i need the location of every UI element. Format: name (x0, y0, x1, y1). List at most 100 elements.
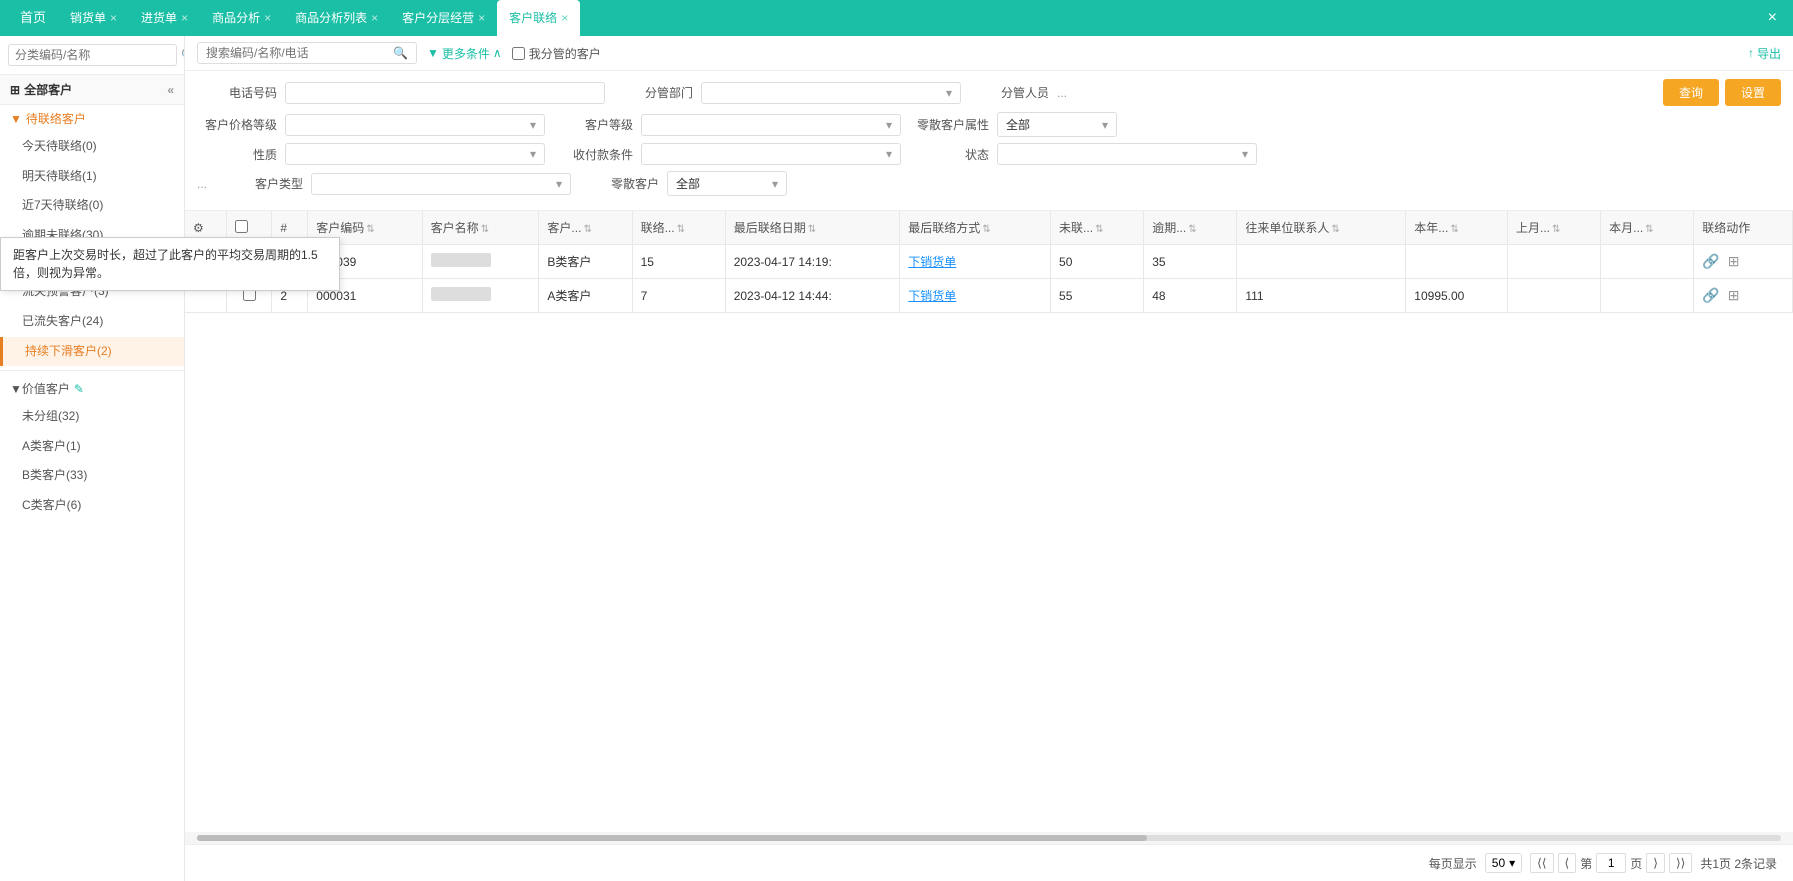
main-layout: 🔍 ⊞ 全部客户 « ▼ 待联络客户 今天待联络(0) 明天待联络(1) 近7天… (0, 36, 1793, 881)
tab-analysis-list[interactable]: 商品分析列表× (283, 0, 390, 36)
export-btn[interactable]: ↑ 导出 (1748, 45, 1781, 62)
sidebar-item-c-class[interactable]: C类客户(6) (0, 491, 184, 521)
close-customer-tier-tab[interactable]: × (478, 11, 485, 25)
tab-sales[interactable]: 销货单× (58, 0, 129, 36)
prev-page-btn[interactable]: ⟨ (1558, 853, 1577, 873)
link-action-icon-1[interactable]: 🔗 (1702, 253, 1719, 270)
sidebar-divider (0, 370, 184, 371)
grid-action-icon-2[interactable]: ⊞ (1728, 287, 1740, 304)
tab-home[interactable]: 首页 (8, 0, 58, 36)
customer-grade-select[interactable]: ▾ (641, 114, 901, 136)
my-customer-checkbox-area[interactable]: 我分管的客户 (512, 45, 601, 62)
td-last-way-1[interactable]: 下销货单 (900, 245, 1051, 279)
close-analysis-list-tab[interactable]: × (371, 11, 378, 25)
phone-input[interactable] (285, 82, 605, 104)
grid-action-icon-1[interactable]: ⊞ (1728, 253, 1740, 270)
th-last-date[interactable]: 最后联络日期⇅ (725, 211, 900, 245)
per-page-arrow: ▾ (1509, 856, 1515, 870)
first-page-btn[interactable]: ⟨⟨ (1530, 853, 1553, 873)
filter-actions: 查询 设置 (1663, 79, 1781, 106)
select-all-checkbox[interactable] (235, 220, 248, 233)
query-button[interactable]: 查询 (1663, 79, 1719, 106)
th-customer-type[interactable]: 客户...⇅ (539, 211, 632, 245)
th-not-contact[interactable]: 未联...⇅ (1051, 211, 1144, 245)
per-page-select[interactable]: 50 ▾ (1485, 853, 1522, 873)
th-overdue[interactable]: 逾期...⇅ (1144, 211, 1237, 245)
gender-arrow: ▾ (530, 147, 536, 161)
sidebar-item-declining[interactable]: 持续下滑客户(2) (0, 337, 184, 367)
price-grade-arrow: ▾ (530, 118, 536, 132)
td-unit-contact-1 (1237, 245, 1406, 279)
zero-attr-label: 零散客户属性 (909, 116, 989, 133)
dept-select[interactable]: ▾ (701, 82, 961, 104)
sidebar-group-value[interactable]: ▼ 价值客户 ✎ (0, 375, 184, 402)
sidebar-search-input[interactable] (8, 44, 177, 66)
td-this-year-1 (1406, 245, 1508, 279)
td-last-date-2: 2023-04-12 14:44: (725, 279, 900, 313)
td-last-way-2[interactable]: 下销货单 (900, 279, 1051, 313)
close-purchase-tab[interactable]: × (181, 11, 188, 25)
th-contact[interactable]: 联络...⇅ (632, 211, 725, 245)
close-customer-contact-tab[interactable]: × (561, 11, 568, 25)
zero-customer-select[interactable]: 全部 ▾ (667, 171, 787, 196)
status-select[interactable]: ▾ (997, 143, 1257, 165)
td-this-month-2 (1601, 279, 1694, 313)
sidebar-item-7days[interactable]: 近7天待联络(0) (0, 191, 184, 221)
row4-dots[interactable]: ... (197, 177, 207, 191)
td-name-1 (422, 245, 539, 279)
th-this-year[interactable]: 本年...⇅ (1406, 211, 1508, 245)
th-last-way[interactable]: 最后联络方式⇅ (900, 211, 1051, 245)
tab-purchase[interactable]: 进货单× (129, 0, 200, 36)
arrow-down-icon3: ▼ (10, 382, 22, 396)
th-name[interactable]: 客户名称⇅ (422, 211, 539, 245)
settings-button[interactable]: 设置 (1725, 79, 1781, 106)
horizontal-scrollbar[interactable] (185, 832, 1793, 844)
gender-label: 性质 (197, 146, 277, 163)
close-analysis-tab[interactable]: × (264, 11, 271, 25)
payment-select[interactable]: ▾ (641, 143, 901, 165)
tab-analysis[interactable]: 商品分析× (200, 0, 283, 36)
sidebar-group-pending[interactable]: ▼ 待联络客户 (0, 105, 184, 132)
close-all-tabs[interactable]: × (1768, 9, 1777, 27)
sidebar-item-tomorrow[interactable]: 明天待联络(1) (0, 162, 184, 192)
th-this-month[interactable]: 本月...⇅ (1601, 211, 1694, 245)
gender-select[interactable]: ▾ (285, 143, 545, 165)
td-contact-2: 7 (632, 279, 725, 313)
td-type-1: B类客户 (539, 245, 632, 279)
collapse-sidebar-btn[interactable]: « (167, 83, 174, 97)
search-input[interactable] (206, 46, 393, 60)
page-input[interactable] (1596, 853, 1626, 873)
sidebar: 🔍 ⊞ 全部客户 « ▼ 待联络客户 今天待联络(0) 明天待联络(1) 近7天… (0, 36, 185, 881)
sidebar-item-today[interactable]: 今天待联络(0) (0, 132, 184, 162)
customer-grade-arrow: ▾ (886, 118, 892, 132)
close-sales-tab[interactable]: × (110, 11, 117, 25)
sidebar-item-a-class[interactable]: A类客户(1) (0, 432, 184, 462)
search-box: 🔍 (197, 42, 417, 64)
scrollbar-thumb[interactable] (197, 835, 1147, 841)
th-unit-contact[interactable]: 往来单位联系人⇅ (1237, 211, 1406, 245)
td-name-2 (422, 279, 539, 313)
tooltip-popup: 距客户上次交易时长，超过了此客户的平均交易周期的1.5倍，则视为异常。 (0, 237, 340, 291)
tab-customer-tier[interactable]: 客户分层经营× (390, 0, 497, 36)
customer-type-select[interactable]: ▾ (311, 173, 571, 195)
table-area: ⚙ # 客户编码⇅ 客户名称⇅ 客户...⇅ 联络...⇅ 最后联络日期⇅ 最后… (185, 211, 1793, 832)
more-conditions-btn[interactable]: ▼ 更多条件 ∧ (427, 45, 502, 62)
th-last-month[interactable]: 上月...⇅ (1508, 211, 1601, 245)
price-grade-select[interactable]: ▾ (285, 114, 545, 136)
link-action-icon-2[interactable]: 🔗 (1702, 287, 1719, 304)
sidebar-item-ungrouped[interactable]: 未分组(32) (0, 402, 184, 432)
all-customers-title[interactable]: ⊞ 全部客户 « (0, 75, 184, 105)
tab-customer-contact[interactable]: 客户联络× (497, 0, 580, 36)
sidebar-item-b-class[interactable]: B类客户(33) (0, 461, 184, 491)
dept-label: 分管部门 (613, 84, 693, 101)
next-page-btn[interactable]: ⟩ (1646, 853, 1665, 873)
edit-value-icon[interactable]: ✎ (74, 382, 84, 396)
zero-attr-select[interactable]: 全部 ▾ (997, 112, 1117, 137)
export-icon: ↑ (1748, 46, 1754, 60)
my-customer-checkbox[interactable] (512, 47, 525, 60)
th-action: 联络动作 (1694, 211, 1793, 245)
search-icon[interactable]: 🔍 (393, 46, 408, 60)
sidebar-item-lost[interactable]: 已流失客户(24) (0, 307, 184, 337)
last-page-btn[interactable]: ⟩⟩ (1669, 853, 1692, 873)
person-dots[interactable]: ... (1057, 86, 1067, 100)
